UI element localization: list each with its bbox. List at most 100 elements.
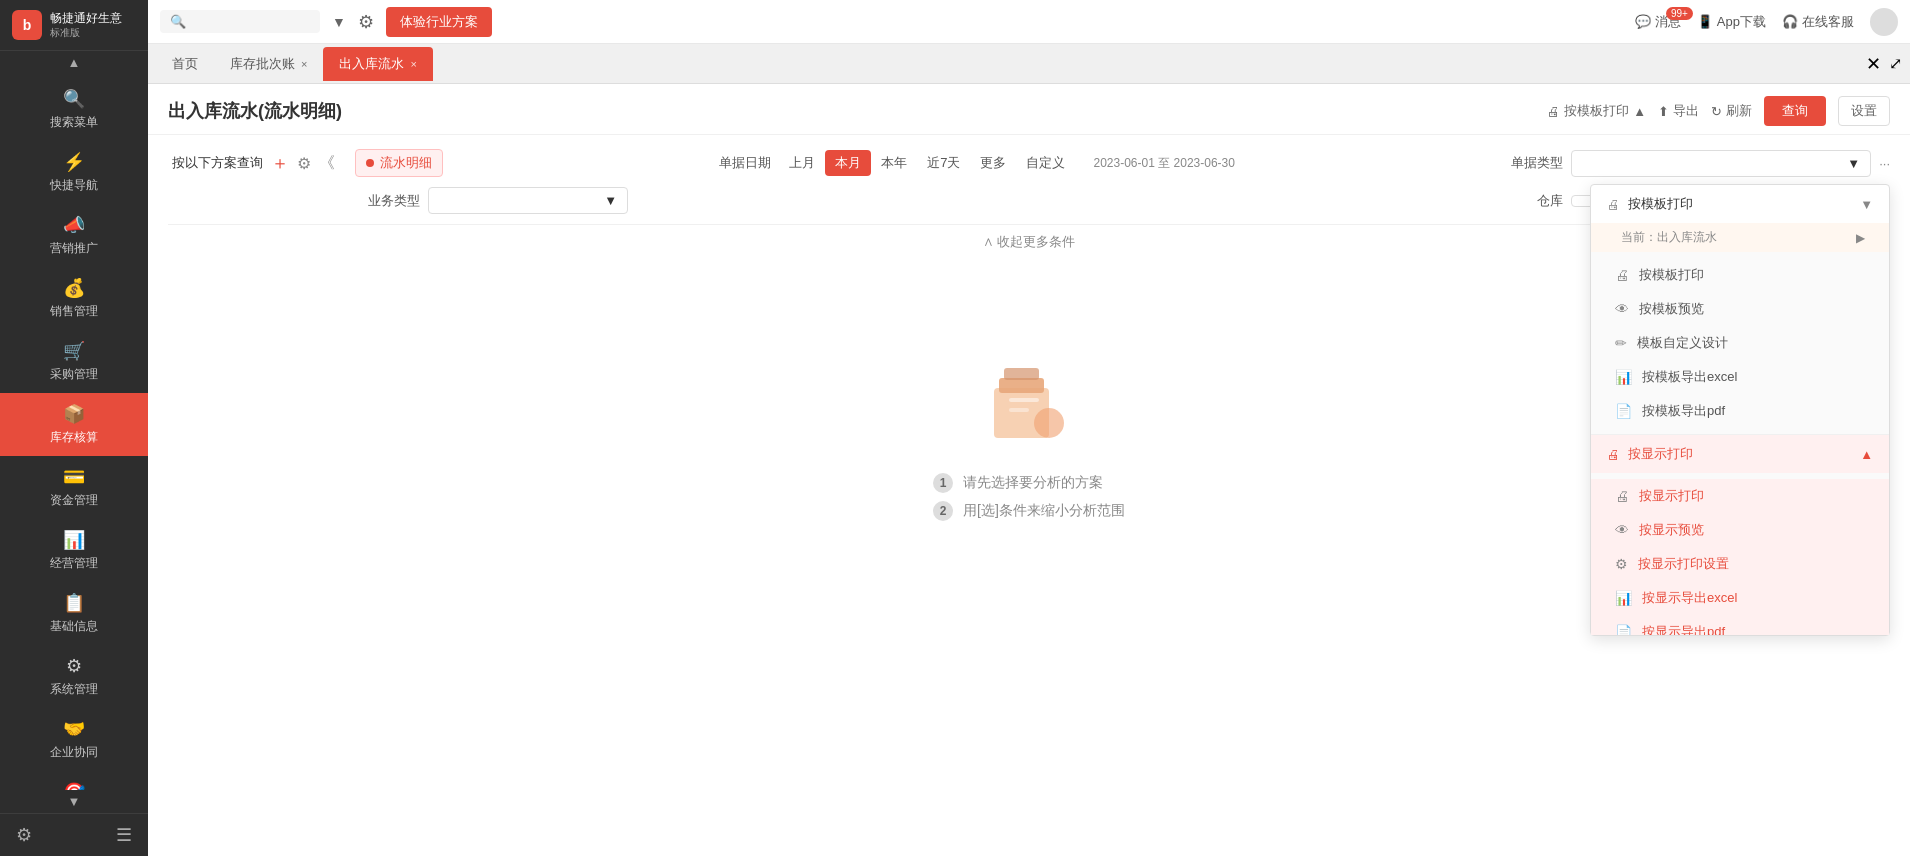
sidebar-item-shortcut[interactable]: ⚡ 快捷导航 <box>0 141 148 204</box>
menu-collapse-icon[interactable]: ☰ <box>116 824 132 846</box>
dropdown-panel: 🖨 按模板打印 ▼ 当前：出入库流水 ▶ <box>1590 184 1890 636</box>
tab-label: 出入库流水 <box>339 55 404 73</box>
display-settings-icon: ⚙ <box>1615 556 1628 572</box>
date-btn-custom[interactable]: 自定义 <box>1016 150 1075 176</box>
date-options-group: 上月 本月 本年 近7天 更多 自定义 <box>779 150 1075 176</box>
preview-item-icon: 👁 <box>1615 301 1629 317</box>
svg-rect-2 <box>1004 368 1039 380</box>
filter-config-icon[interactable]: ⚙ <box>297 154 311 173</box>
display-printer-icon: 🖨 <box>1607 447 1620 462</box>
settings-button[interactable]: 设置 <box>1838 96 1890 126</box>
header-search-box[interactable]: 🔍 <box>160 10 320 33</box>
date-range-text: 2023-06-01 至 2023-06-30 <box>1093 155 1234 172</box>
sidebar-item-finance[interactable]: 💳 资金管理 <box>0 456 148 519</box>
template-export-excel-item[interactable]: 📊 按模板导出excel <box>1591 360 1889 394</box>
filter-tag-flow[interactable]: 流水明细 <box>355 149 443 177</box>
type-select[interactable]: ▼ <box>1571 150 1871 177</box>
display-print-header[interactable]: 🖨 按显示打印 ▲ <box>1591 435 1889 473</box>
cta-button[interactable]: 体验行业方案 <box>386 7 492 37</box>
app-name: 畅捷通好生意 <box>50 11 122 27</box>
date-btn-more[interactable]: 更多 <box>970 150 1016 176</box>
sidebar-item-search[interactable]: 🔍 搜索菜单 <box>0 78 148 141</box>
page-content: 出入库流水(流水明细) 🖨 按模板打印 ▲ ⬆ 导出 ↻ 刷新 查询 <box>148 84 1910 856</box>
template-print-item-1[interactable]: 🖨 按模板打印 <box>1591 258 1889 292</box>
sidebar-item-system[interactable]: ⚙ 系统管理 <box>0 645 148 708</box>
display-excel-icon: 📊 <box>1615 590 1632 606</box>
template-print-label: 按模板打印 <box>1628 195 1693 213</box>
display-pdf-item[interactable]: 📄 按显示导出pdf <box>1591 615 1889 635</box>
date-btn-last-month[interactable]: 上月 <box>779 150 825 176</box>
header-settings-icon[interactable]: ⚙ <box>358 11 374 33</box>
print-icon: 🖨 <box>1547 104 1560 119</box>
panel-scroll[interactable]: 🖨 按模板打印 ▼ 当前：出入库流水 ▶ <box>1591 185 1889 635</box>
export-button[interactable]: ⬆ 导出 <box>1658 102 1699 120</box>
search-input[interactable] <box>192 15 310 29</box>
sidebar-item-label: 营销推广 <box>50 240 98 257</box>
query-label: 查询 <box>1782 102 1808 120</box>
date-btn-this-year[interactable]: 本年 <box>871 150 917 176</box>
type-filter-area: 单据类型 ▼ ··· <box>1511 150 1890 177</box>
display-preview-item[interactable]: 👁 按显示预览 <box>1591 513 1889 547</box>
online-service-item[interactable]: 🎧 在线客服 <box>1782 13 1854 31</box>
display-print-item-1[interactable]: 🖨 按显示打印 <box>1591 479 1889 513</box>
display-settings-item[interactable]: ⚙ 按显示打印设置 <box>1591 547 1889 581</box>
sales-icon: 💰 <box>63 277 85 299</box>
sidebar-item-inventory[interactable]: 📦 库存核算 <box>0 393 148 456</box>
tab-stock-flow[interactable]: 出入库流水 × <box>323 47 432 81</box>
close-icon[interactable]: × <box>410 58 416 70</box>
sidebar-item-basic[interactable]: 📋 基础信息 <box>0 582 148 645</box>
template-print-header[interactable]: 🖨 按模板打印 ▼ <box>1591 185 1889 223</box>
avatar[interactable] <box>1870 8 1898 36</box>
app-sub: 标准版 <box>50 26 122 39</box>
item-label: 按显示导出excel <box>1642 589 1737 607</box>
sidebar-item-coop[interactable]: 🤝 企业协同 <box>0 708 148 771</box>
headset-icon: 🎧 <box>1782 14 1798 29</box>
date-btn-this-month[interactable]: 本月 <box>825 150 871 176</box>
printer-icon: 🖨 <box>1607 197 1620 212</box>
tab-batch-account[interactable]: 库存批次账 × <box>214 47 323 81</box>
sidebar-scroll-up[interactable]: ▲ <box>0 51 148 74</box>
sidebar-item-marketing[interactable]: 📣 营销推广 <box>0 204 148 267</box>
current-value: 当前：出入库流水 <box>1621 229 1717 246</box>
sidebar-item-guide[interactable]: 🎯 新手引导 <box>0 771 148 790</box>
app-download-item[interactable]: 📱 App下载 <box>1697 13 1766 31</box>
display-excel-item[interactable]: 📊 按显示导出excel <box>1591 581 1889 615</box>
sidebar-item-operation[interactable]: 📊 经营管理 <box>0 519 148 582</box>
step-2-text: 用[选]条件来缩小分析范围 <box>963 502 1125 520</box>
sidebar-menu: 🔍 搜索菜单 ⚡ 快捷导航 📣 营销推广 💰 销售管理 🛒 采购管理 📦 库存核… <box>0 74 148 790</box>
close-tab-panel-button[interactable]: ✕ <box>1866 53 1881 75</box>
expand-tab-button[interactable]: ⤢ <box>1889 54 1902 73</box>
type-more-icon[interactable]: ··· <box>1879 156 1890 171</box>
date-btn-7days[interactable]: 近7天 <box>917 150 970 176</box>
biz-select[interactable]: ▼ <box>428 187 628 214</box>
print-template-button[interactable]: 🖨 按模板打印 ▲ <box>1547 102 1646 120</box>
template-export-pdf-item[interactable]: 📄 按模板导出pdf <box>1591 394 1889 428</box>
date-label: 单据日期 <box>719 154 771 172</box>
sidebar-scroll-down[interactable]: ▼ <box>0 790 148 813</box>
excel-item-icon: 📊 <box>1615 369 1632 385</box>
page-actions: 🖨 按模板打印 ▲ ⬆ 导出 ↻ 刷新 查询 设置 <box>1547 96 1890 126</box>
sidebar-item-purchase[interactable]: 🛒 采购管理 <box>0 330 148 393</box>
close-icon[interactable]: × <box>301 58 307 70</box>
export-label: 导出 <box>1673 102 1699 120</box>
settings-bottom-icon[interactable]: ⚙ <box>16 824 32 846</box>
refresh-button[interactable]: ↻ 刷新 <box>1711 102 1752 120</box>
filter-collapse-icon[interactable]: 《 <box>319 153 335 174</box>
header-dropdown-icon[interactable]: ▼ <box>332 14 346 30</box>
biz-label: 业务类型 <box>368 192 420 210</box>
template-print-item-2[interactable]: 👁 按模板预览 <box>1591 292 1889 326</box>
filter-row-1: 按以下方案查询 ＋ ⚙ 《 流水明细 单据日期 上月 本月 本年 <box>168 149 1890 177</box>
message-item[interactable]: 💬 消息 99+ <box>1635 13 1681 31</box>
empty-step-2: 2 用[选]条件来缩小分析范围 <box>933 501 1125 521</box>
sidebar-item-label: 销售管理 <box>50 303 98 320</box>
chevron-right-icon: ▶ <box>1856 231 1865 245</box>
tab-home[interactable]: 首页 <box>156 47 214 81</box>
filter-add-icon[interactable]: ＋ <box>271 151 289 175</box>
inventory-icon: 📦 <box>63 403 85 425</box>
sidebar-item-sales[interactable]: 💰 销售管理 <box>0 267 148 330</box>
empty-step-1: 1 请先选择要分析的方案 <box>933 473 1125 493</box>
sidebar: b 畅捷通好生意 标准版 ▲ 🔍 搜索菜单 ⚡ 快捷导航 📣 营销推广 💰 销售… <box>0 0 148 856</box>
shortcut-icon: ⚡ <box>63 151 85 173</box>
template-custom-item[interactable]: ✏ 模板自定义设计 <box>1591 326 1889 360</box>
query-button[interactable]: 查询 <box>1764 96 1826 126</box>
